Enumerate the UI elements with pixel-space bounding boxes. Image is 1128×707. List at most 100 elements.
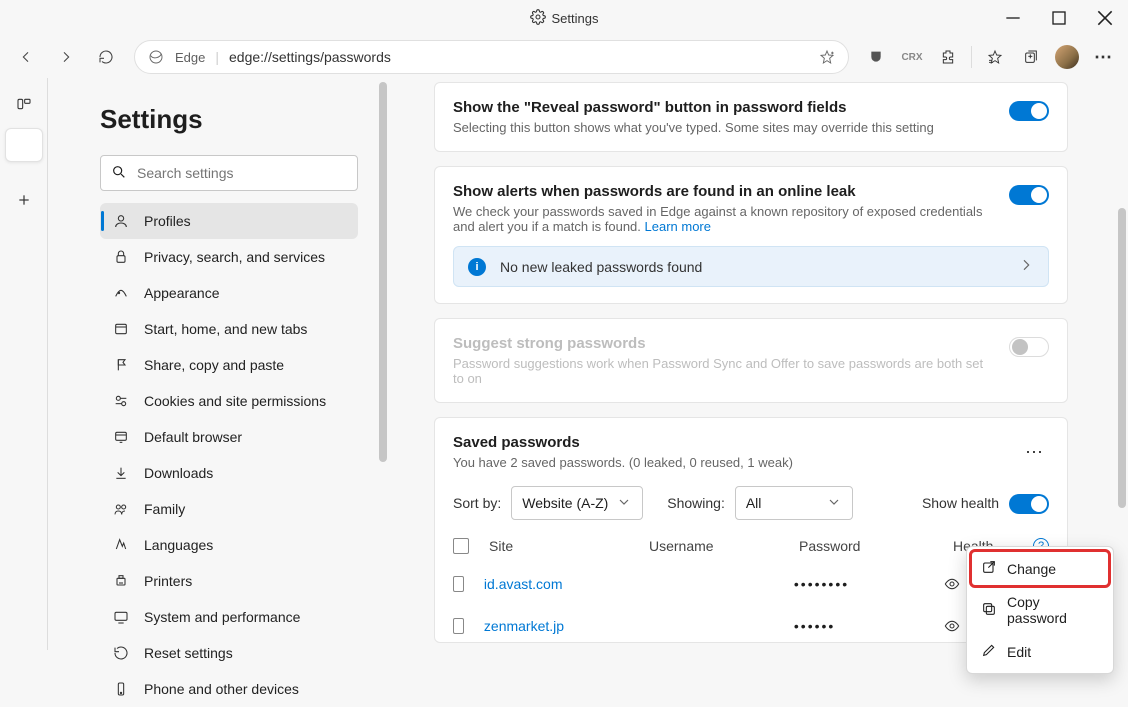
- profile-avatar[interactable]: [1050, 40, 1084, 74]
- sidebar-item-label: Printers: [144, 573, 192, 589]
- sidebar-item-phone-and-other-devices[interactable]: Phone and other devices: [100, 671, 358, 707]
- row-checkbox[interactable]: [453, 618, 464, 634]
- info-text: No new leaked passwords found: [500, 259, 1004, 275]
- sidebar-scrollbar[interactable]: [378, 78, 388, 650]
- sidebar-item-reset-settings[interactable]: Reset settings: [100, 635, 358, 671]
- more-menu-icon[interactable]: ⋯: [1086, 40, 1120, 74]
- sidebar-item-downloads[interactable]: Downloads: [100, 455, 358, 491]
- collections-icon[interactable]: [1014, 40, 1048, 74]
- sidebar-item-default-browser[interactable]: Default browser: [100, 419, 358, 455]
- sidebar-item-family[interactable]: Family: [100, 491, 358, 527]
- reveal-password-toggle[interactable]: [1009, 101, 1049, 121]
- sort-by-label: Sort by:: [453, 495, 501, 511]
- column-username: Username: [649, 538, 779, 554]
- sidebar-item-label: Reset settings: [144, 645, 233, 661]
- sidebar-item-privacy-search-and-services[interactable]: Privacy, search, and services: [100, 239, 358, 275]
- sidebar-item-system-and-performance[interactable]: System and performance: [100, 599, 358, 635]
- nav-icon: [112, 285, 130, 301]
- site-link[interactable]: zenmarket.jp: [484, 618, 564, 634]
- setting-description: Password suggestions work when Password …: [453, 356, 993, 386]
- learn-more-link[interactable]: Learn more: [645, 219, 711, 234]
- site-identity-label: Edge: [175, 50, 205, 65]
- back-button[interactable]: [8, 39, 44, 75]
- sidebar-item-label: Downloads: [144, 465, 213, 481]
- sidebar-item-start-home-and-new-tabs[interactable]: Start, home, and new tabs: [100, 311, 358, 347]
- setting-title: Show alerts when passwords are found in …: [453, 183, 993, 200]
- sidebar-item-label: System and performance: [144, 609, 300, 625]
- site-link[interactable]: id.avast.com: [484, 576, 563, 592]
- setting-title: Show the "Reveal password" button in pas…: [453, 99, 993, 116]
- minimize-button[interactable]: [990, 0, 1036, 36]
- nav-icon: [112, 645, 130, 661]
- search-settings-input[interactable]: [100, 155, 358, 191]
- nav-icon: [112, 429, 130, 445]
- sidebar-item-label: Cookies and site permissions: [144, 393, 326, 409]
- more-options-button[interactable]: ⋯: [1019, 440, 1049, 464]
- search-settings-field[interactable]: [137, 165, 347, 181]
- sidebar-item-languages[interactable]: Languages: [100, 527, 358, 563]
- sidebar-item-appearance[interactable]: Appearance: [100, 275, 358, 311]
- showing-label: Showing:: [667, 495, 725, 511]
- context-copy-password[interactable]: Copy password: [971, 586, 1109, 634]
- chevron-down-icon: [616, 494, 632, 513]
- vertical-tab-strip: [0, 78, 48, 650]
- info-icon: i: [468, 258, 486, 276]
- favorites-icon[interactable]: [978, 40, 1012, 74]
- settings-tab[interactable]: [5, 128, 43, 162]
- show-health-label: Show health: [922, 495, 999, 511]
- nav-icon: [112, 393, 130, 409]
- page-scrollbar[interactable]: [1118, 208, 1126, 508]
- chevron-right-icon: [1018, 257, 1034, 276]
- reveal-password-icon[interactable]: [944, 576, 960, 592]
- refresh-button[interactable]: [88, 39, 124, 75]
- setting-title: Suggest strong passwords: [453, 335, 993, 352]
- close-button[interactable]: [1082, 0, 1128, 36]
- nav-icon: [112, 681, 130, 697]
- collapsed-tab-icon[interactable]: [8, 88, 40, 120]
- nav-icon: [112, 573, 130, 589]
- reveal-password-icon[interactable]: [944, 618, 960, 634]
- extensions-icon[interactable]: [931, 40, 965, 74]
- sidebar-item-profiles[interactable]: Profiles: [100, 203, 358, 239]
- password-cell: ••••••: [794, 618, 924, 634]
- leak-alert-toggle[interactable]: [1009, 185, 1049, 205]
- password-context-menu: Change Copy password Edit: [966, 546, 1114, 674]
- address-bar[interactable]: Edge | edge://settings/passwords: [134, 40, 849, 74]
- column-password: Password: [799, 538, 929, 554]
- sidebar-item-share-copy-and-paste[interactable]: Share, copy and paste: [100, 347, 358, 383]
- window-titlebar: Settings: [0, 0, 1128, 36]
- gear-icon: [530, 9, 546, 28]
- context-change[interactable]: Change: [971, 551, 1109, 586]
- sidebar-item-cookies-and-site-permissions[interactable]: Cookies and site permissions: [100, 383, 358, 419]
- window-title: Settings: [552, 11, 599, 26]
- sidebar-item-label: Phone and other devices: [144, 681, 299, 697]
- sidebar-item-label: Share, copy and paste: [144, 357, 284, 373]
- maximize-button[interactable]: [1036, 0, 1082, 36]
- url-text: edge://settings/passwords: [229, 49, 808, 65]
- password-cell: ••••••••: [794, 576, 924, 592]
- extension-crx-icon[interactable]: CRX: [895, 40, 929, 74]
- showing-select[interactable]: All: [735, 486, 853, 520]
- select-all-checkbox[interactable]: [453, 538, 469, 554]
- sort-by-select[interactable]: Website (A-Z): [511, 486, 643, 520]
- leak-info-banner[interactable]: i No new leaked passwords found: [453, 246, 1049, 287]
- show-health-toggle[interactable]: [1009, 494, 1049, 514]
- row-checkbox[interactable]: [453, 576, 464, 592]
- extension-ublock-icon[interactable]: [859, 40, 893, 74]
- suggest-passwords-setting: Suggest strong passwords Password sugges…: [434, 318, 1068, 403]
- nav-icon: [112, 501, 130, 517]
- nav-icon: [112, 321, 130, 337]
- password-row: zenmarket.jp••••••⋯: [453, 614, 1049, 638]
- nav-icon: [112, 609, 130, 625]
- forward-button[interactable]: [48, 39, 84, 75]
- context-edit[interactable]: Edit: [971, 634, 1109, 669]
- saved-passwords-title: Saved passwords: [453, 434, 793, 451]
- reveal-password-setting: Show the "Reveal password" button in pas…: [434, 82, 1068, 152]
- passwords-table-header: Site Username Password Health ?: [453, 538, 1049, 554]
- sidebar-item-label: Family: [144, 501, 185, 517]
- new-tab-button[interactable]: [8, 184, 40, 216]
- nav-icon: [112, 357, 130, 373]
- password-row: id.avast.com••••••••⋯: [453, 572, 1049, 596]
- sidebar-item-printers[interactable]: Printers: [100, 563, 358, 599]
- favorite-star-icon[interactable]: [818, 48, 836, 66]
